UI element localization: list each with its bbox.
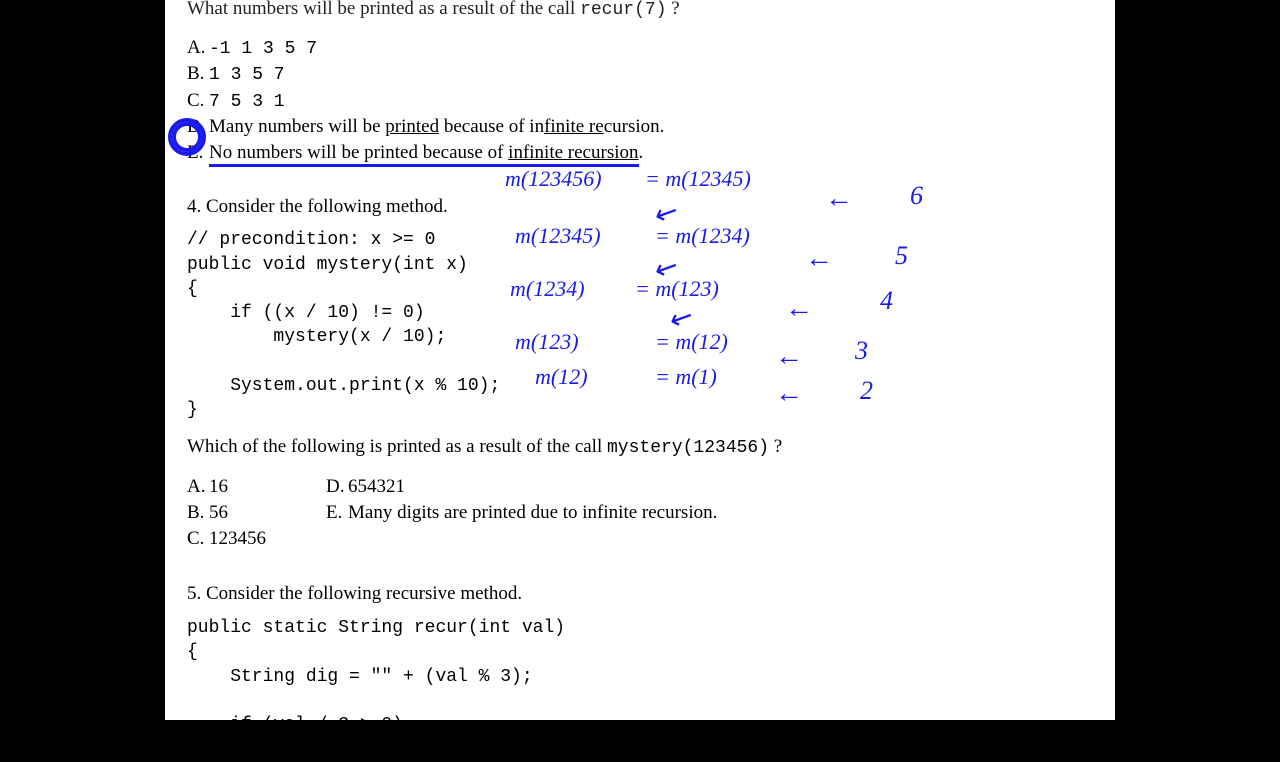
q3-prompt: What numbers will be printed as a result… [187, 0, 1097, 22]
q3-opt-a-text: -1 1 3 5 7 [209, 39, 317, 59]
q4-option-e: E.Many digits are printed due to infinit… [326, 501, 717, 525]
q5-intro: Consider the following recursive method. [206, 583, 522, 604]
q4-option-a: A.16 [187, 475, 266, 499]
q4-prompt-code: mystery(123456) [607, 438, 769, 458]
q4-intro: Consider the following method. [206, 196, 448, 217]
q4-e-text: Many digits are printed due to infinite … [348, 502, 717, 523]
q3-e-u: infinite recursion [508, 142, 638, 163]
q3-e-pre: No numbers will be printed because of [209, 142, 508, 163]
q4-d-text: 654321 [348, 476, 405, 497]
q3-d-u1: printed [385, 116, 439, 137]
q4-prompt-post: ? [769, 436, 782, 457]
q4-options: A.16 B.56 C.123456 D.654321 E.Many digit… [187, 473, 1097, 552]
q3-opt-c-text: 7 5 3 1 [209, 92, 285, 112]
q4-heading: 4. Consider the following method. [187, 195, 1097, 219]
q3-option-a: A.-1 1 3 5 7 [187, 36, 1097, 61]
q3-option-b: B.1 3 5 7 [187, 62, 1097, 87]
q4-option-d: D.654321 [326, 475, 717, 499]
q3-option-d: D.Many numbers will be printed because o… [187, 115, 1097, 139]
q3-opt-b-text: 1 3 5 7 [209, 65, 285, 85]
q3-d-mid: because of in [439, 116, 544, 137]
q4-prompt-pre: Which of the following is printed as a r… [187, 436, 607, 457]
q4-option-b: B.56 [187, 501, 266, 525]
q3-d-u2: finite re [544, 116, 604, 137]
q4-c-text: 123456 [209, 528, 266, 549]
q4-number: 4. [187, 196, 201, 217]
q4-option-c: C.123456 [187, 527, 266, 551]
q4-code: // precondition: x >= 0 public void myst… [187, 228, 1097, 422]
q3-d-post: cursion. [604, 116, 665, 137]
document-page: What numbers will be printed as a result… [165, 0, 1115, 720]
q3-prompt-tail: ? [667, 0, 680, 19]
q5-code: public static String recur(int val) { St… [187, 616, 1097, 762]
q4-prompt: Which of the following is printed as a r… [187, 435, 1097, 460]
q3-option-c: C.7 5 3 1 [187, 89, 1097, 114]
q3-prompt-code: recur(7) [580, 0, 666, 20]
q4-b-text: 56 [209, 502, 228, 523]
q3-e-post: . [639, 142, 644, 163]
q4-a-text: 16 [209, 476, 228, 497]
q3-options: A.-1 1 3 5 7 B.1 3 5 7 C.7 5 3 1 D.Many … [187, 36, 1097, 165]
q3-option-e: E.No numbers will be printed because of … [187, 141, 1097, 165]
q5-number: 5. [187, 583, 201, 604]
q3-prompt-text: What numbers will be printed as a result… [187, 0, 580, 19]
q3-d-pre: Many numbers will be [209, 116, 385, 137]
q5-heading: 5. Consider the following recursive meth… [187, 582, 1097, 606]
